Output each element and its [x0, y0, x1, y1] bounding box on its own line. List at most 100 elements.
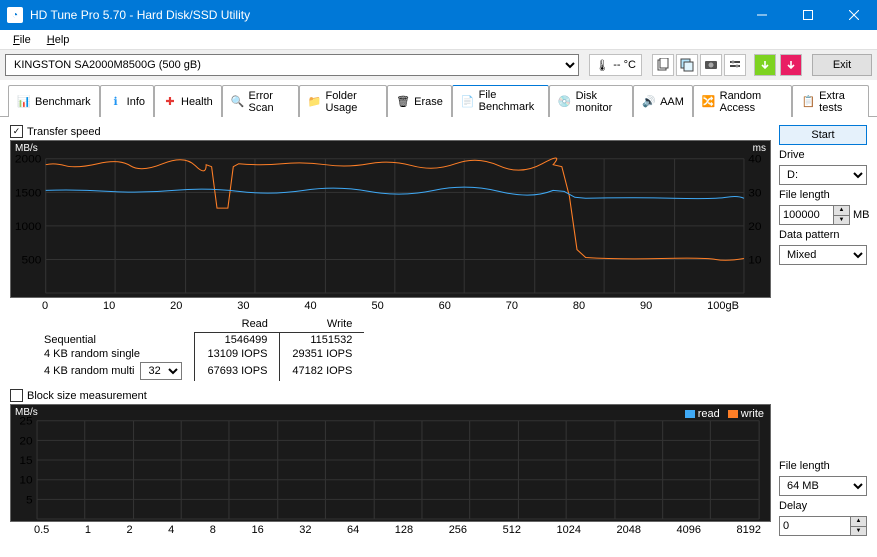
load-icon[interactable]: [780, 54, 802, 76]
options-icon[interactable]: [724, 54, 746, 76]
drive-dropdown[interactable]: KINGSTON SA2000M8500G (500 gB): [5, 54, 579, 76]
svg-text:10: 10: [19, 475, 32, 486]
file-length-label: File length: [779, 189, 867, 201]
header-read: Read: [195, 316, 280, 333]
delay-spinner[interactable]: ▲▼: [779, 516, 867, 536]
block-size-chart: MB/s read write 252015105: [10, 404, 771, 522]
svg-text:5: 5: [26, 495, 33, 506]
svg-text:2000: 2000: [15, 154, 42, 165]
row-random-single-label: 4 KB random single: [32, 347, 195, 361]
transfer-speed-label: Transfer speed: [27, 126, 101, 138]
random-single-read: 13109 IOPS: [195, 347, 280, 361]
minimize-button[interactable]: [739, 0, 785, 30]
svg-text:40: 40: [748, 154, 761, 165]
transfer-speed-chart: MB/s ms 2000 1500 1000 500 40 30 20 10: [10, 140, 771, 298]
file-length-spinner[interactable]: ▲▼: [779, 205, 850, 225]
close-button[interactable]: [831, 0, 877, 30]
thermometer-icon: 🌡: [595, 59, 609, 72]
tab-random-access[interactable]: 🔀Random Access: [693, 85, 793, 117]
drive-letter-select[interactable]: D:: [779, 165, 867, 185]
sequential-write: 1151532: [280, 333, 364, 348]
toolbar: KINGSTON SA2000M8500G (500 gB) 🌡 -- °C E…: [0, 50, 877, 80]
data-pattern-select[interactable]: Mixed: [779, 245, 867, 265]
tab-benchmark[interactable]: 📊Benchmark: [8, 85, 100, 117]
random-multi-read: 67693 IOPS: [195, 361, 280, 381]
file-length-input[interactable]: [779, 205, 834, 225]
tab-aam[interactable]: 🔊AAM: [633, 85, 693, 117]
svg-text:10: 10: [748, 255, 761, 266]
block-size-checkbox[interactable]: [10, 389, 23, 402]
speaker-icon: 🔊: [642, 95, 656, 109]
monitor-icon: 💿: [558, 95, 572, 109]
info-icon: ℹ: [109, 95, 123, 109]
legend-read-swatch: [685, 410, 695, 418]
copy-screenshot-icon[interactable]: [676, 54, 698, 76]
menubar: File Help: [0, 30, 877, 50]
tab-erase[interactable]: 🗑Erase: [387, 85, 452, 117]
delay-input[interactable]: [779, 516, 851, 536]
random-icon: 🔀: [702, 95, 716, 109]
svg-text:15: 15: [19, 455, 32, 466]
random-single-write: 29351 IOPS: [280, 347, 364, 361]
drive-label: Drive: [779, 149, 867, 161]
temperature-display: 🌡 -- °C: [589, 54, 642, 76]
extra-icon: 📋: [801, 95, 815, 109]
tab-info[interactable]: ℹInfo: [100, 85, 154, 117]
transfer-x-axis: 0102030405060708090100gB: [10, 298, 771, 312]
tab-folder-usage[interactable]: 📁Folder Usage: [299, 85, 387, 117]
search-icon: 🔍: [231, 95, 245, 109]
block-size-label: Block size measurement: [27, 390, 147, 402]
row-random-multi-label: 4 KB random multi32: [32, 361, 195, 381]
row-sequential-label: Sequential: [32, 333, 195, 348]
tab-disk-monitor[interactable]: 💿Disk monitor: [549, 85, 633, 117]
health-icon: ✚: [163, 95, 177, 109]
y-axis-label-left: MB/s: [15, 143, 38, 154]
block-file-length-select[interactable]: 64 MB: [779, 476, 867, 496]
svg-text:20: 20: [19, 436, 32, 447]
content-pane: ✓ Transfer speed MB/s ms 2000 1500 1000 500: [0, 117, 877, 544]
tab-file-benchmark[interactable]: 📄File Benchmark: [452, 85, 549, 117]
sequential-read: 1546499: [195, 333, 280, 348]
menu-file[interactable]: File: [5, 32, 39, 48]
side-panel-top: Start Drive D: File length ▲▼ MB Data pa…: [779, 125, 867, 381]
menu-help[interactable]: Help: [39, 32, 78, 48]
header-write: Write: [280, 316, 364, 333]
delay-label: Delay: [779, 500, 867, 512]
block-file-length-label: File length: [779, 460, 867, 472]
tab-health[interactable]: ✚Health: [154, 85, 222, 117]
file-length-unit: MB: [853, 209, 870, 221]
svg-text:1500: 1500: [15, 188, 42, 199]
exit-button[interactable]: Exit: [812, 54, 872, 76]
block-x-axis: 0.512481632641282565121024204840968192: [10, 522, 771, 536]
drive-selector[interactable]: KINGSTON SA2000M8500G (500 gB): [5, 54, 579, 76]
results-table: ReadWrite Sequential15464991151532 4 KB …: [32, 316, 771, 381]
app-icon: ◔: [7, 7, 23, 23]
gauge-icon: 📊: [17, 95, 31, 109]
tab-error-scan[interactable]: 🔍Error Scan: [222, 85, 299, 117]
titlebar: ◔ HD Tune Pro 5.70 - Hard Disk/SSD Utili…: [0, 0, 877, 30]
legend-write-swatch: [728, 410, 738, 418]
maximize-button[interactable]: [785, 0, 831, 30]
random-multi-queue-select[interactable]: 32: [140, 362, 182, 380]
tab-extra-tests[interactable]: 📋Extra tests: [792, 85, 869, 117]
block-legend: read write: [685, 408, 764, 420]
file-icon: 📄: [461, 94, 475, 108]
window-title: HD Tune Pro 5.70 - Hard Disk/SSD Utility: [30, 8, 739, 22]
svg-text:20: 20: [748, 221, 761, 232]
svg-text:500: 500: [21, 255, 41, 266]
y-axis-label-right: ms: [753, 143, 766, 154]
data-pattern-label: Data pattern: [779, 229, 867, 241]
svg-text:1000: 1000: [15, 221, 42, 232]
folder-icon: 📁: [308, 95, 322, 109]
random-multi-write: 47182 IOPS: [280, 361, 364, 381]
side-panel-bottom: File length 64 MB Delay ▲▼: [779, 389, 867, 536]
temperature-value: -- °C: [613, 59, 636, 71]
save-icon[interactable]: [754, 54, 776, 76]
save-screenshot-icon[interactable]: [700, 54, 722, 76]
svg-text:30: 30: [748, 188, 761, 199]
start-button[interactable]: Start: [779, 125, 867, 145]
copy-info-icon[interactable]: [652, 54, 674, 76]
transfer-speed-checkbox[interactable]: ✓: [10, 125, 23, 138]
erase-icon: 🗑: [396, 95, 410, 109]
tab-bar: 📊Benchmark ℹInfo ✚Health 🔍Error Scan 📁Fo…: [0, 80, 877, 117]
